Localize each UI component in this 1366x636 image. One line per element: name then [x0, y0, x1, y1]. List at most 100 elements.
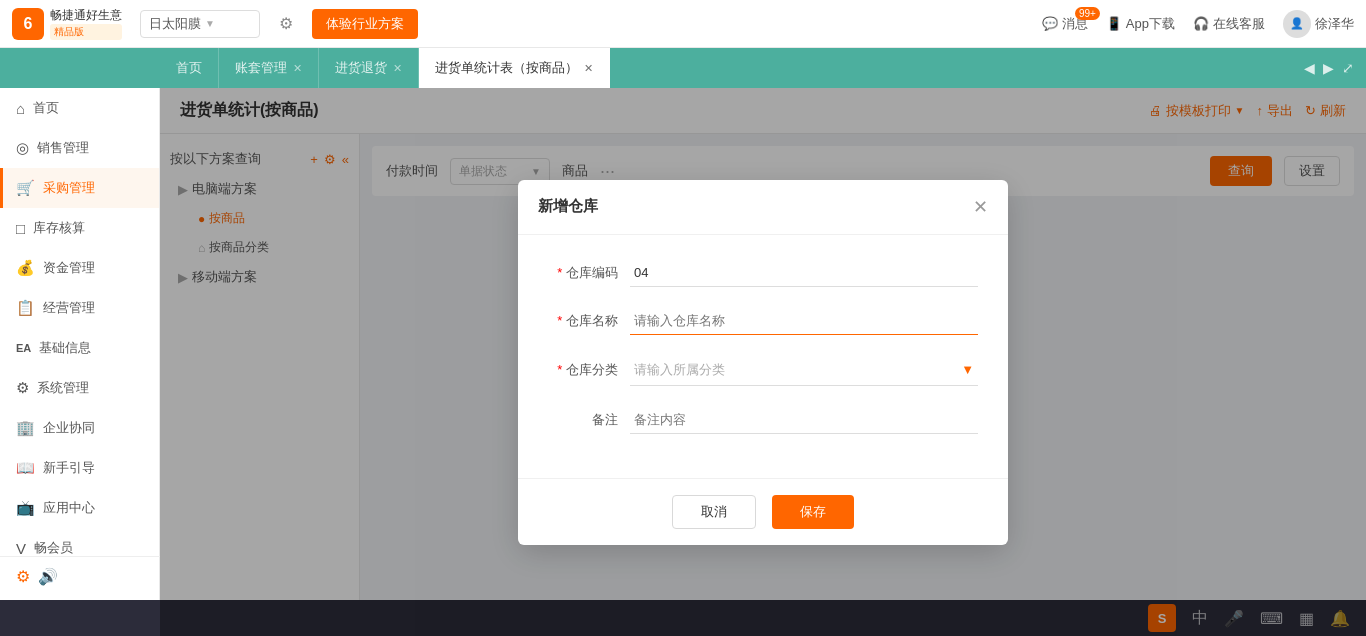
logo-area: 6 畅捷通好生意 精品版 — [12, 7, 122, 40]
sidebar-item-inventory[interactable]: □ 库存核算 — [0, 208, 159, 248]
modal-header: 新增仓库 ✕ — [518, 180, 1008, 235]
name-required-mark: * — [557, 313, 562, 328]
sidebar-purchase-label: 采购管理 — [43, 179, 95, 197]
remark-input[interactable] — [630, 406, 978, 434]
app-icon: 📱 — [1106, 16, 1122, 31]
tab-right-arrow-icon[interactable]: ▶ — [1323, 60, 1334, 76]
sidebar-item-home[interactable]: ⌂ 首页 — [0, 88, 159, 128]
sidebar-enterprise-label: 企业协同 — [43, 419, 95, 437]
logo-text: 畅捷通好生意 精品版 — [50, 7, 122, 40]
modal-title: 新增仓库 — [538, 197, 598, 216]
form-row-category: * 仓库分类 请输入所属分类 ▼ — [548, 355, 978, 386]
online-service-button[interactable]: 🎧 在线客服 — [1193, 15, 1265, 33]
close-purchase-stats-icon[interactable]: ✕ — [584, 62, 593, 75]
tab-purchase-return[interactable]: 进货退货 ✕ — [319, 48, 419, 88]
sidebar-system-label: 系统管理 — [37, 379, 89, 397]
sidebar-item-enterprise[interactable]: 🏢 企业协同 — [0, 408, 159, 448]
headset-icon: 🎧 — [1193, 16, 1209, 31]
tab-home[interactable]: 首页 — [160, 48, 219, 88]
volume-icon[interactable]: 🔊 — [38, 567, 58, 586]
store-selector[interactable]: 日太阳膜 ▼ — [140, 10, 260, 38]
vip-icon: V — [16, 540, 26, 557]
modal-body: * 仓库编码 * 仓库名称 — [518, 235, 1008, 478]
sales-icon: ◎ — [16, 139, 29, 157]
code-required-mark: * — [557, 265, 562, 280]
message-icon: 💬 — [1042, 16, 1058, 31]
message-badge: 99+ — [1075, 7, 1100, 20]
code-input[interactable] — [630, 259, 978, 287]
logo-icon: 6 — [12, 8, 44, 40]
finance-icon: 💰 — [16, 259, 35, 277]
close-account-icon[interactable]: ✕ — [293, 62, 302, 75]
apps-icon: 📺 — [16, 499, 35, 517]
sidebar-operation-label: 经营管理 — [43, 299, 95, 317]
close-purchase-return-icon[interactable]: ✕ — [393, 62, 402, 75]
sidebar-apps-label: 应用中心 — [43, 499, 95, 517]
sidebar-item-system[interactable]: ⚙ 系统管理 — [0, 368, 159, 408]
modal-overlay: 新增仓库 ✕ * 仓库编码 * — [160, 88, 1366, 636]
sidebar-home-label: 首页 — [33, 99, 59, 117]
app-download-button[interactable]: 📱 App下载 — [1106, 15, 1175, 33]
store-arrow-icon: ▼ — [205, 18, 215, 29]
sidebar: ⌂ 首页 ◎ 销售管理 🛒 采购管理 □ 库存核算 💰 资金管理 📋 经营管理 … — [0, 88, 160, 636]
sidebar-item-apps[interactable]: 📺 应用中心 — [0, 488, 159, 528]
name-input[interactable] — [630, 307, 978, 335]
save-button[interactable]: 保存 — [772, 495, 854, 529]
system-icon: ⚙ — [16, 379, 29, 397]
code-label: * 仓库编码 — [548, 264, 618, 282]
category-placeholder: 请输入所属分类 — [634, 361, 725, 379]
cancel-button[interactable]: 取消 — [672, 495, 756, 529]
top-bar: 6 畅捷通好生意 精品版 日太阳膜 ▼ ⚙ 体验行业方案 💬 消息 99+ 📱 … — [0, 0, 1366, 48]
tab-bar: 首页 账套管理 ✕ 进货退货 ✕ 进货单统计表（按商品） ✕ ◀ ▶ ⤢ — [0, 48, 1366, 88]
enterprise-icon: 🏢 — [16, 419, 35, 437]
sidebar-item-basic-info[interactable]: EA 基础信息 — [0, 328, 159, 368]
user-area[interactable]: 👤 徐泽华 — [1283, 10, 1354, 38]
form-row-code: * 仓库编码 — [548, 259, 978, 287]
main-layout: ⌂ 首页 ◎ 销售管理 🛒 采购管理 □ 库存核算 💰 资金管理 📋 经营管理 … — [0, 88, 1366, 636]
sidebar-item-guide[interactable]: 📖 新手引导 — [0, 448, 159, 488]
sidebar-item-sales[interactable]: ◎ 销售管理 — [0, 128, 159, 168]
inventory-icon: □ — [16, 220, 25, 237]
tab-account-label: 账套管理 — [235, 59, 287, 77]
form-row-remark: 备注 — [548, 406, 978, 434]
tab-account[interactable]: 账套管理 ✕ — [219, 48, 319, 88]
remark-label: 备注 — [548, 411, 618, 429]
basic-info-icon: EA — [16, 342, 31, 354]
tab-home-label: 首页 — [176, 59, 202, 77]
settings-bottom-icon[interactable]: ⚙ — [16, 567, 30, 586]
sidebar-item-finance[interactable]: 💰 资金管理 — [0, 248, 159, 288]
modal-close-button[interactable]: ✕ — [973, 196, 988, 218]
content-area: 进货单统计(按商品) 🖨 按模板打印 ▼ ↑ 导出 ↻ 刷新 — [160, 88, 1366, 636]
messages-button[interactable]: 💬 消息 99+ — [1042, 15, 1088, 33]
sidebar-finance-label: 资金管理 — [43, 259, 95, 277]
tab-controls: ◀ ▶ ⤢ — [1304, 60, 1366, 76]
category-required-mark: * — [557, 362, 562, 377]
store-name: 日太阳膜 — [149, 15, 201, 33]
sidebar-bottom: ⚙ 🔊 — [0, 556, 160, 596]
form-row-name: * 仓库名称 — [548, 307, 978, 335]
user-avatar: 👤 — [1283, 10, 1311, 38]
sidebar-inventory-label: 库存核算 — [33, 219, 85, 237]
modal-footer: 取消 保存 — [518, 478, 1008, 545]
top-right-area: 💬 消息 99+ 📱 App下载 🎧 在线客服 👤 徐泽华 — [1042, 10, 1354, 38]
home-icon: ⌂ — [16, 100, 25, 117]
trial-button[interactable]: 体验行业方案 — [312, 9, 418, 39]
category-select[interactable]: 请输入所属分类 ▼ — [630, 355, 978, 386]
name-label: * 仓库名称 — [548, 312, 618, 330]
gear-button[interactable]: ⚙ — [270, 8, 302, 40]
guide-icon: 📖 — [16, 459, 35, 477]
sidebar-guide-label: 新手引导 — [43, 459, 95, 477]
tab-purchase-stats-label: 进货单统计表（按商品） — [435, 59, 578, 77]
sidebar-item-operation[interactable]: 📋 经营管理 — [0, 288, 159, 328]
tab-left-arrow-icon[interactable]: ◀ — [1304, 60, 1315, 76]
tab-expand-icon[interactable]: ⤢ — [1342, 60, 1354, 76]
tab-purchase-stats[interactable]: 进货单统计表（按商品） ✕ — [419, 48, 610, 88]
add-warehouse-modal: 新增仓库 ✕ * 仓库编码 * — [518, 180, 1008, 545]
category-select-arrow-icon: ▼ — [961, 362, 974, 377]
tab-purchase-return-label: 进货退货 — [335, 59, 387, 77]
sidebar-item-purchase[interactable]: 🛒 采购管理 — [0, 168, 159, 208]
category-label: * 仓库分类 — [548, 361, 618, 379]
operation-icon: 📋 — [16, 299, 35, 317]
sidebar-vip-label: 畅会员 — [34, 539, 73, 557]
purchase-icon: 🛒 — [16, 179, 35, 197]
